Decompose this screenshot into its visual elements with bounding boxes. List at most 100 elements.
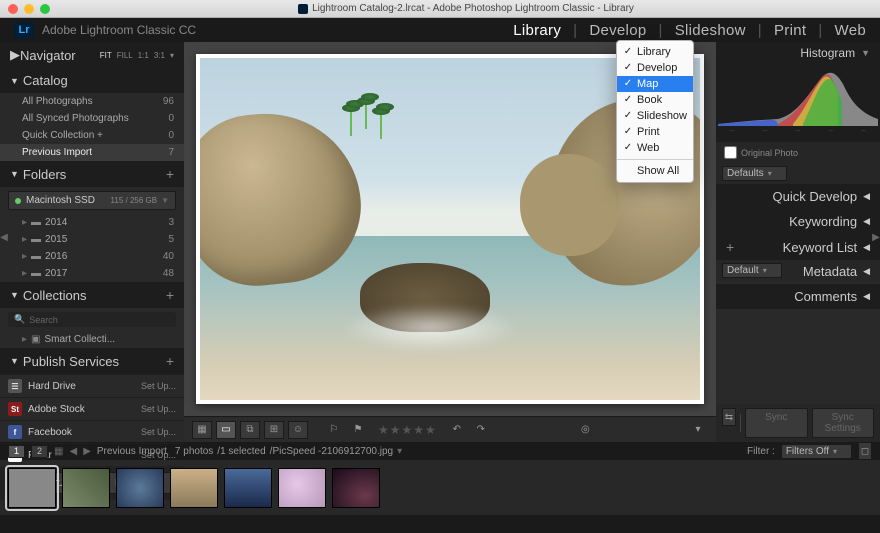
navigator-header[interactable]: ▶ Navigator FIT FILL 1:1 3:1 ▾	[0, 42, 184, 68]
check-icon: ✓	[623, 141, 633, 155]
compare-view-icon[interactable]: ⧉	[240, 421, 260, 439]
ctx-library[interactable]: ✓Library	[617, 44, 693, 60]
keywording-header[interactable]: Keywording◀	[716, 209, 880, 234]
thumbnail[interactable]	[278, 468, 326, 508]
zoom-fill[interactable]: FILL	[117, 51, 133, 60]
ctx-web[interactable]: ✓Web	[617, 140, 693, 156]
thumbnail[interactable]	[224, 468, 272, 508]
grid-view-icon[interactable]: ▦	[192, 421, 212, 439]
module-context-menu[interactable]: ✓Library ✓Develop ✓Map ✓Book ✓Slideshow …	[616, 40, 694, 183]
filter-dropdown[interactable]: Filters Off	[781, 444, 852, 459]
chevron-down-icon: ▼	[10, 290, 19, 300]
catalog-all-photos[interactable]: All Photographs96	[0, 93, 184, 110]
ctx-map[interactable]: ✓Map	[617, 76, 693, 92]
loupe-view-icon[interactable]: ▭	[216, 421, 236, 439]
primary-monitor-button[interactable]: 1	[8, 445, 25, 458]
histogram[interactable]: –––––	[716, 64, 880, 142]
catalog-header[interactable]: ▼ Catalog	[0, 68, 184, 93]
minimize-icon[interactable]	[24, 4, 34, 14]
setup-link[interactable]: Set Up...	[141, 404, 176, 414]
thumbnail[interactable]	[62, 468, 110, 508]
setup-link[interactable]: Set Up...	[141, 427, 176, 437]
publish-facebook[interactable]: fFacebookSet Up...	[0, 420, 184, 443]
sync-settings-button[interactable]: Sync Settings	[812, 408, 875, 438]
add-keyword-icon[interactable]: +	[726, 239, 734, 255]
checkbox[interactable]	[724, 146, 737, 159]
back-icon[interactable]: ◀	[69, 446, 77, 457]
left-panel-toggle-icon[interactable]: ◀	[0, 230, 8, 244]
folder-2017[interactable]: ▸▬201748	[0, 265, 184, 282]
survey-view-icon[interactable]: ⊞	[264, 421, 284, 439]
sync-toggle-icon[interactable]: ⇆	[722, 408, 736, 426]
add-folder-icon[interactable]: +	[166, 166, 174, 182]
module-web[interactable]: Web	[835, 22, 866, 39]
chevron-left-icon: ◀	[863, 191, 870, 202]
module-library[interactable]: Library	[513, 22, 561, 39]
people-view-icon[interactable]: ☺	[288, 421, 308, 439]
module-print[interactable]: Print	[774, 22, 806, 39]
chevron-down-icon[interactable]: ▾	[170, 51, 174, 60]
close-icon[interactable]	[8, 4, 18, 14]
ctx-slideshow[interactable]: ✓Slideshow	[617, 108, 693, 124]
folders-header[interactable]: ▼ Folders +	[0, 161, 184, 187]
folder-icon: ▬	[31, 217, 41, 228]
filmstrip[interactable]	[0, 460, 880, 515]
secondary-monitor-button[interactable]: 2	[31, 445, 48, 458]
thumbnail[interactable]	[116, 468, 164, 508]
flag-icon[interactable]: ⚑	[348, 421, 368, 439]
quick-develop-header[interactable]: Quick Develop◀	[716, 184, 880, 209]
painter-icon[interactable]: ⚐	[324, 421, 344, 439]
thumbnail[interactable]	[332, 468, 380, 508]
filter-lock-icon[interactable]: ◻	[858, 442, 872, 460]
module-develop[interactable]: Develop	[589, 22, 646, 39]
add-collection-icon[interactable]: +	[166, 287, 174, 303]
zoom-3-1[interactable]: 3:1	[154, 51, 165, 60]
rating-stars[interactable]: ★★★★★	[378, 423, 437, 437]
publish-hard-drive[interactable]: ☰Hard DriveSet Up...	[0, 374, 184, 397]
rotate-right-icon[interactable]: ↷	[471, 421, 491, 439]
thumbnail[interactable]	[170, 468, 218, 508]
folder-2014[interactable]: ▸▬20143	[0, 214, 184, 231]
chevron-down-icon[interactable]: ▼	[161, 196, 169, 205]
module-slideshow[interactable]: Slideshow	[675, 22, 746, 39]
facebook-icon: f	[8, 425, 22, 439]
add-publish-icon[interactable]: +	[166, 353, 174, 369]
maximize-icon[interactable]	[40, 4, 50, 14]
collections-header[interactable]: ▼ Collections +	[0, 282, 184, 308]
publish-header[interactable]: ▼ Publish Services +	[0, 348, 184, 374]
catalog-quick-collection[interactable]: Quick Collection +0	[0, 127, 184, 144]
ctx-print[interactable]: ✓Print	[617, 124, 693, 140]
histogram-header[interactable]: Histogram ▼	[716, 42, 880, 64]
zoom-fit[interactable]: FIT	[100, 51, 112, 60]
chevron-down-icon[interactable]: ▾	[397, 446, 402, 457]
rotate-left-icon[interactable]: ↶	[447, 421, 467, 439]
chevron-down-icon: ▼	[10, 76, 19, 86]
publish-adobe-stock[interactable]: StAdobe StockSet Up...	[0, 397, 184, 420]
forward-icon[interactable]: ▶	[83, 446, 91, 457]
ctx-book[interactable]: ✓Book	[617, 92, 693, 108]
folder-2015[interactable]: ▸▬20155	[0, 231, 184, 248]
ctx-develop[interactable]: ✓Develop	[617, 60, 693, 76]
original-photo-toggle[interactable]: Original Photo	[716, 142, 880, 163]
target-icon[interactable]: ◎	[575, 421, 595, 439]
ctx-show-all[interactable]: Show All	[617, 163, 693, 179]
catalog-synced[interactable]: All Synced Photographs0	[0, 110, 184, 127]
setup-link[interactable]: Set Up...	[141, 381, 176, 391]
collections-search[interactable]: 🔍Search	[8, 312, 176, 327]
comments-header[interactable]: Comments◀	[716, 284, 880, 309]
source-indicator[interactable]: Previous Import 7 photos /1 selected /Pi…	[97, 446, 402, 457]
collections-title: Collections	[23, 288, 87, 303]
folder-2016[interactable]: ▸▬201640	[0, 248, 184, 265]
volume-browser[interactable]: Macintosh SSD 115 / 256 GB ▼	[8, 191, 176, 210]
sync-button[interactable]: Sync	[745, 408, 808, 438]
right-panel-toggle-icon[interactable]: ▶	[872, 230, 880, 244]
catalog-previous-import[interactable]: Previous Import7	[0, 144, 184, 161]
smart-collections[interactable]: ▸▣Smart Collecti...	[0, 331, 184, 348]
defaults-dropdown[interactable]: Defaults	[722, 166, 787, 181]
grid-shortcut-icon[interactable]: ▦	[54, 446, 63, 457]
keyword-list-header[interactable]: +Keyword List◀	[716, 234, 880, 260]
toolbar-menu-icon[interactable]: ▾	[688, 421, 708, 439]
zoom-1-1[interactable]: 1:1	[138, 51, 149, 60]
thumbnail[interactable]	[8, 468, 56, 508]
metadata-preset-dropdown[interactable]: Default	[722, 263, 782, 278]
